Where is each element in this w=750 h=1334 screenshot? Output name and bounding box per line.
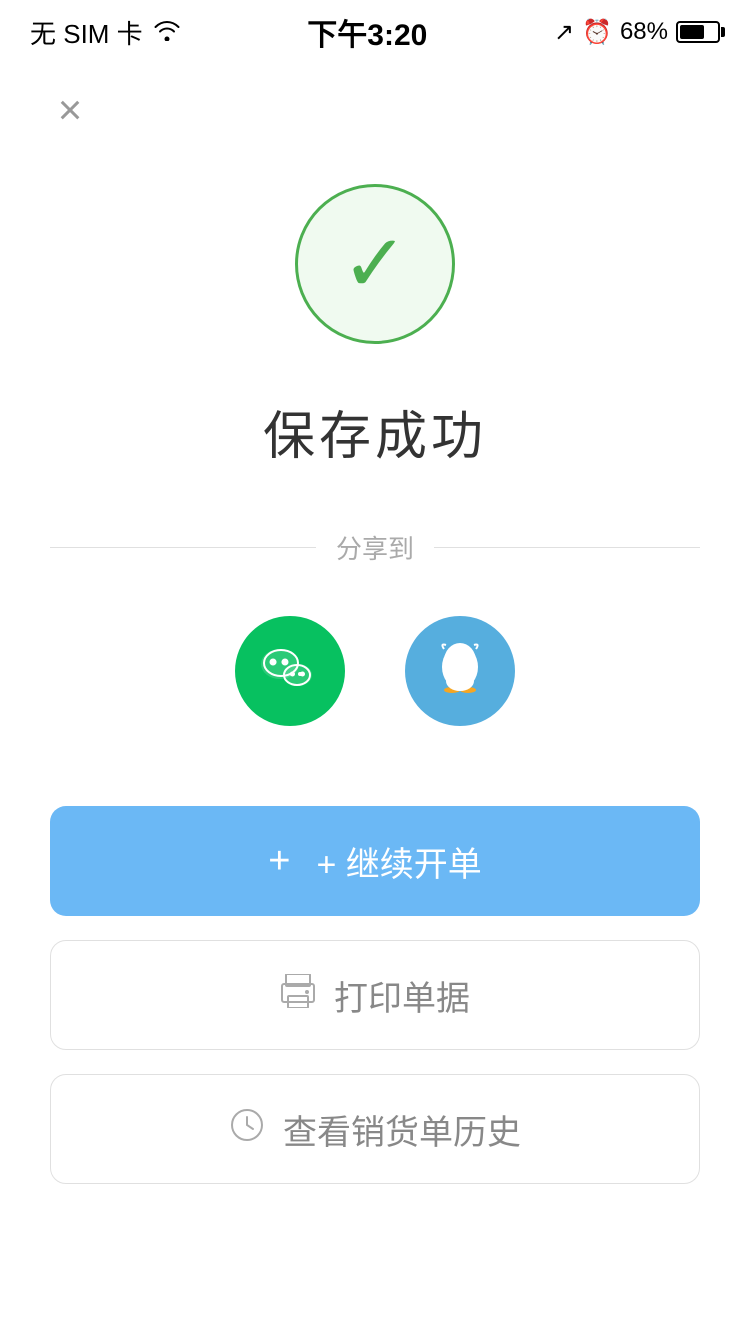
close-button[interactable]: × bbox=[40, 80, 100, 140]
status-left: 无 SIM 卡 bbox=[30, 14, 181, 51]
checkmark-icon: ✓ bbox=[341, 224, 408, 304]
share-label: 分享到 bbox=[336, 529, 414, 566]
qq-share-button[interactable] bbox=[405, 616, 515, 726]
continue-label: + 继续开单 bbox=[316, 837, 481, 886]
share-line-left bbox=[50, 547, 316, 548]
success-section: ✓ 保存成功 bbox=[263, 184, 487, 469]
status-time: 下午3:20 bbox=[307, 10, 427, 54]
continue-button[interactable]: + + 继续开单 bbox=[50, 806, 700, 916]
actions-section: + + 继续开单 打印单据 查看销货单历 bbox=[50, 806, 700, 1184]
print-label: 打印单据 bbox=[334, 971, 470, 1020]
main-content: ✓ 保存成功 分享到 bbox=[0, 64, 750, 1184]
history-button[interactable]: 查看销货单历史 bbox=[50, 1074, 700, 1184]
alarm-icon: ⏰ bbox=[582, 18, 612, 47]
share-section: 分享到 bbox=[50, 529, 700, 726]
continue-icon: + bbox=[268, 840, 290, 883]
success-circle: ✓ bbox=[295, 184, 455, 344]
close-icon: × bbox=[58, 89, 83, 131]
history-icon bbox=[229, 1107, 265, 1152]
print-icon bbox=[280, 974, 316, 1017]
wifi-icon bbox=[153, 17, 181, 48]
success-title: 保存成功 bbox=[263, 394, 487, 469]
print-button[interactable]: 打印单据 bbox=[50, 940, 700, 1050]
location-icon: ↗ bbox=[554, 18, 574, 47]
battery-fill bbox=[680, 25, 704, 39]
wechat-share-button[interactable] bbox=[235, 616, 345, 726]
no-sim-label: 无 SIM 卡 bbox=[30, 14, 143, 51]
status-bar: 无 SIM 卡 下午3:20 ↗ ⏰ 68% bbox=[0, 0, 750, 64]
battery-icon bbox=[676, 21, 720, 43]
status-right: ↗ ⏰ 68% bbox=[554, 18, 720, 47]
history-label: 查看销货单历史 bbox=[283, 1105, 521, 1154]
share-divider-row: 分享到 bbox=[50, 529, 700, 566]
share-line-right bbox=[434, 547, 700, 548]
share-icons bbox=[235, 616, 515, 726]
battery-percent: 68% bbox=[620, 18, 668, 46]
